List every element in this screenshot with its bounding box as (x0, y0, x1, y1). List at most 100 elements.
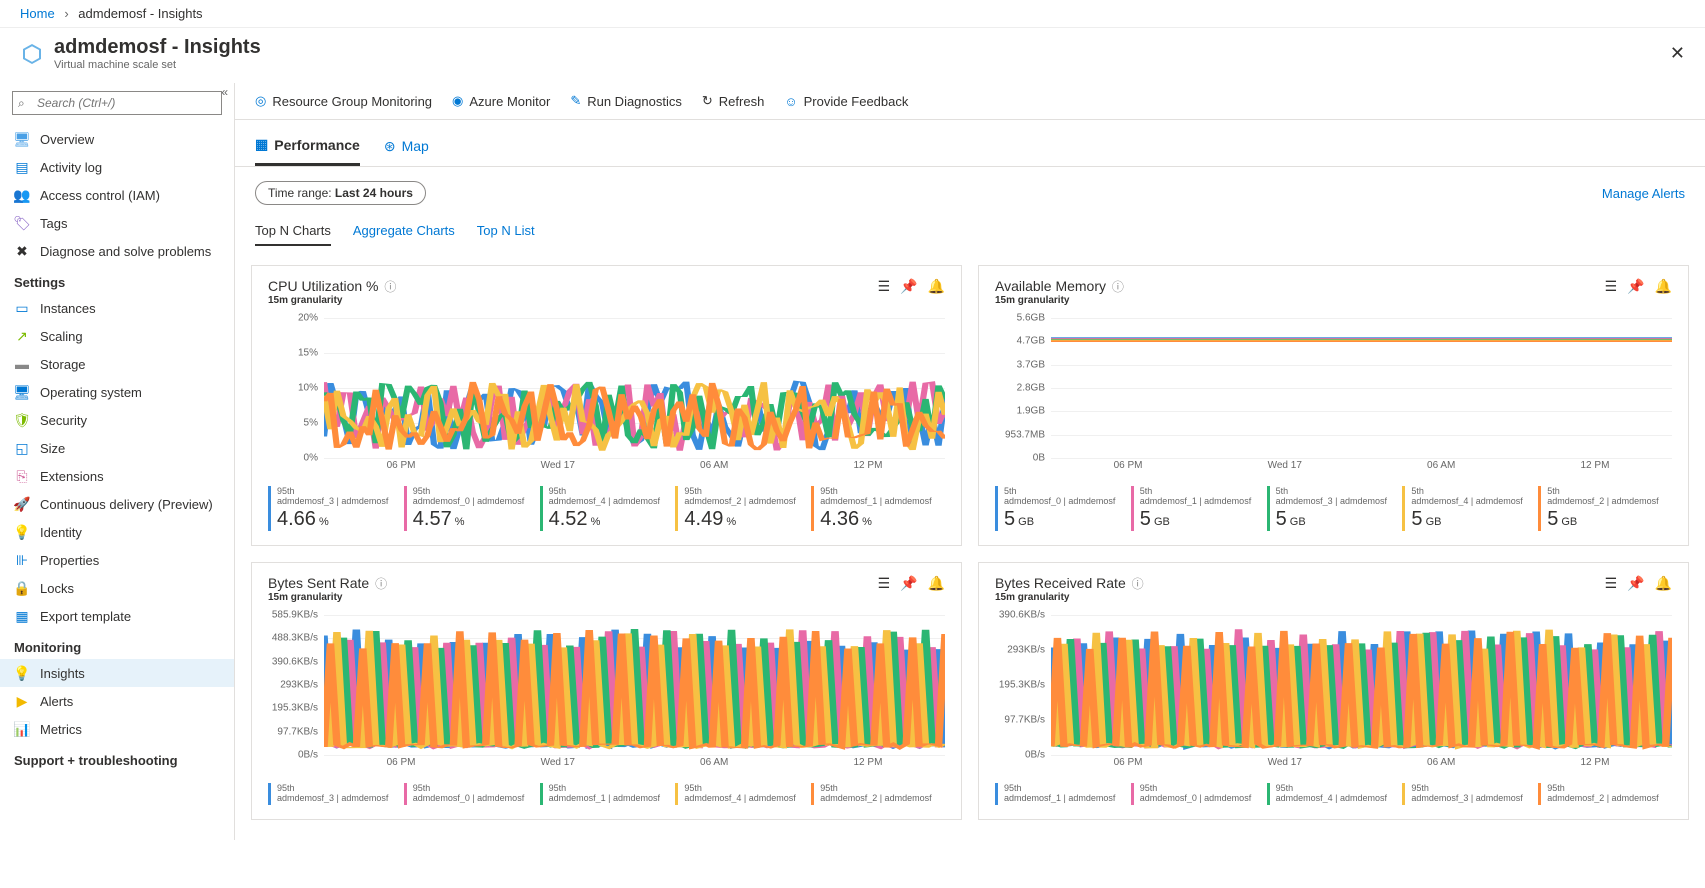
legend-item[interactable]: 95th admdemosf_0 | admdemosf 4.57 % (404, 486, 538, 531)
legend-item[interactable]: 5th admdemosf_3 | admdemosf 5 GB (1267, 486, 1401, 531)
main-tabs: ▦Performance ⊛Map (235, 120, 1705, 167)
sidebar-item-access-control-iam-[interactable]: 👥Access control (IAM) (0, 181, 234, 209)
subtab-topn-list[interactable]: Top N List (477, 219, 535, 246)
sidebar-item-insights[interactable]: 💡Insights (0, 659, 234, 687)
info-icon[interactable]: ⓘ (375, 577, 387, 591)
alert-icon[interactable]: 🔔 (1655, 575, 1672, 592)
alert-icon[interactable]: 🔔 (1655, 278, 1672, 295)
legend-item[interactable]: 95th admdemosf_4 | admdemosf (1267, 783, 1401, 805)
legend-item[interactable]: 95th admdemosf_3 | admdemosf 4.66 % (268, 486, 402, 531)
azure-monitor-button[interactable]: ◉Azure Monitor (452, 93, 550, 109)
sidebar-item-tags[interactable]: 🏷Tags (0, 209, 234, 237)
sidebar-item-extensions[interactable]: ⎘Extensions (0, 462, 234, 490)
nav-icon: ◱ (14, 440, 30, 456)
sidebar: « ⌕ 🖥Overview▤Activity log👥Access contro… (0, 83, 235, 840)
alert-icon[interactable]: 🔔 (928, 575, 945, 592)
close-icon[interactable]: ✕ (1670, 43, 1685, 64)
sidebar-item-label: Locks (40, 581, 74, 596)
sidebar-item-scaling[interactable]: ↗Scaling (0, 322, 234, 350)
nav-icon: ▤ (14, 159, 30, 175)
chart-title: CPU Utilization % ⓘ (268, 278, 396, 295)
legend-item[interactable]: 5th admdemosf_2 | admdemosf 5 GB (1538, 486, 1672, 531)
legend-item[interactable]: 95th admdemosf_1 | admdemosf 4.36 % (811, 486, 945, 531)
smile-icon: ☺ (784, 94, 797, 109)
grid-view-icon[interactable]: ☰ (1605, 278, 1618, 295)
sidebar-item-locks[interactable]: 🔒 Locks (0, 574, 234, 602)
tab-map[interactable]: ⊛Map (384, 130, 429, 166)
sidebar-item-alerts[interactable]: ▶Alerts (0, 687, 234, 715)
chart-plot[interactable]: 585.9KB/s488.3KB/s390.6KB/s293KB/s195.3K… (268, 615, 945, 775)
pin-icon[interactable]: 📌 (900, 575, 917, 592)
nav-icon: 🏷 (14, 215, 30, 231)
legend-item[interactable]: 95th admdemosf_1 | admdemosf (540, 783, 674, 805)
sidebar-item-storage[interactable]: ▬Storage (0, 350, 234, 378)
grid-view-icon[interactable]: ☰ (878, 575, 891, 592)
nav-icon: 🖥 (14, 384, 30, 400)
sidebar-item-continuous-delivery-preview-[interactable]: 🚀 Continuous delivery (Preview) (0, 490, 234, 518)
grid-view-icon[interactable]: ☰ (878, 278, 891, 295)
legend-item[interactable]: 95th admdemosf_2 | admdemosf (811, 783, 945, 805)
run-diagnostics-button[interactable]: ✎Run Diagnostics (570, 93, 682, 109)
pin-icon[interactable]: 📌 (1627, 278, 1644, 295)
nav-icon: 🔒 (14, 580, 30, 596)
legend-item[interactable]: 95th admdemosf_4 | admdemosf 4.52 % (540, 486, 674, 531)
legend-item[interactable]: 95th admdemosf_0 | admdemosf (404, 783, 538, 805)
chart-plot[interactable]: 5.6GB4.7GB3.7GB2.8GB1.9GB953.7MB0B 06 PM… (995, 318, 1672, 478)
resource-group-monitoring-button[interactable]: ◎Resource Group Monitoring (255, 93, 432, 109)
sidebar-item-overview[interactable]: 🖥Overview (0, 125, 234, 153)
search-input[interactable] (12, 91, 222, 115)
sidebar-item-label: Metrics (40, 722, 82, 737)
sidebar-item-label: Overview (40, 132, 94, 147)
sub-tabs: Top N Charts Aggregate Charts Top N List (235, 219, 1705, 255)
legend-item[interactable]: 5th admdemosf_1 | admdemosf 5 GB (1131, 486, 1265, 531)
nav-icon: ▭ (14, 300, 30, 316)
sidebar-item-identity[interactable]: 💡Identity (0, 518, 234, 546)
legend-item[interactable]: 5th admdemosf_4 | admdemosf 5 GB (1402, 486, 1536, 531)
info-icon[interactable]: ⓘ (384, 280, 396, 294)
sidebar-item-security[interactable]: 🛡Security (0, 406, 234, 434)
nav-icon: ▦ (14, 608, 30, 624)
legend-item[interactable]: 95th admdemosf_2 | admdemosf (1538, 783, 1672, 805)
perf-icon: ▦ (255, 136, 268, 153)
sidebar-item-label: Extensions (40, 469, 104, 484)
chart-plot[interactable]: 390.6KB/s293KB/s195.3KB/s97.7KB/s0B/s 06… (995, 615, 1672, 775)
legend-item[interactable]: 5th admdemosf_0 | admdemosf 5 GB (995, 486, 1129, 531)
tab-performance[interactable]: ▦Performance (255, 130, 360, 166)
sidebar-item-label: Size (40, 441, 65, 456)
legend-item[interactable]: 95th admdemosf_3 | admdemosf (1402, 783, 1536, 805)
breadcrumb-current: admdemosf - Insights (78, 6, 202, 21)
sidebar-item-metrics[interactable]: 📊Metrics (0, 715, 234, 743)
sidebar-item-export-template[interactable]: ▦Export template (0, 602, 234, 630)
subtab-topn-charts[interactable]: Top N Charts (255, 219, 331, 246)
legend-item[interactable]: 95th admdemosf_1 | admdemosf (995, 783, 1129, 805)
pin-icon[interactable]: 📌 (900, 278, 917, 295)
legend-item[interactable]: 95th admdemosf_2 | admdemosf 4.49 % (675, 486, 809, 531)
nav-icon: ↗ (14, 328, 30, 344)
legend-item[interactable]: 95th admdemosf_4 | admdemosf (675, 783, 809, 805)
provide-feedback-button[interactable]: ☺Provide Feedback (784, 94, 908, 109)
legend-item[interactable]: 95th admdemosf_3 | admdemosf (268, 783, 402, 805)
legend-item[interactable]: 95th admdemosf_0 | admdemosf (1131, 783, 1265, 805)
sidebar-item-properties[interactable]: ⊪Properties (0, 546, 234, 574)
collapse-icon[interactable]: « (221, 85, 228, 99)
info-icon[interactable]: ⓘ (1132, 577, 1144, 591)
breadcrumb-home[interactable]: Home (20, 6, 55, 21)
sidebar-item-label: Continuous delivery (Preview) (40, 497, 213, 512)
grid-view-icon[interactable]: ☰ (1605, 575, 1618, 592)
sidebar-item-instances[interactable]: ▭Instances (0, 294, 234, 322)
pin-icon[interactable]: 📌 (1627, 575, 1644, 592)
nav-icon: 🚀 (14, 496, 30, 512)
page-title: admdemosf - Insights (54, 36, 261, 59)
sidebar-item-size[interactable]: ◱ Size (0, 434, 234, 462)
sidebar-item-activity-log[interactable]: ▤Activity log (0, 153, 234, 181)
sidebar-item-diagnose-and-solve-problems[interactable]: ✖Diagnose and solve problems (0, 237, 234, 265)
info-icon[interactable]: ⓘ (1112, 280, 1124, 294)
chart-title: Bytes Sent Rate ⓘ (268, 575, 387, 592)
time-range-picker[interactable]: Time range: Last 24 hours (255, 181, 426, 205)
subtab-aggregate[interactable]: Aggregate Charts (353, 219, 455, 246)
manage-alerts-link[interactable]: Manage Alerts (1602, 186, 1685, 201)
chart-plot[interactable]: 20%15%10%5%0% 06 PMWed 1706 AM12 PM (268, 318, 945, 478)
refresh-button[interactable]: ↻Refresh (702, 93, 764, 109)
alert-icon[interactable]: 🔔 (928, 278, 945, 295)
sidebar-item-operating-system[interactable]: 🖥Operating system (0, 378, 234, 406)
